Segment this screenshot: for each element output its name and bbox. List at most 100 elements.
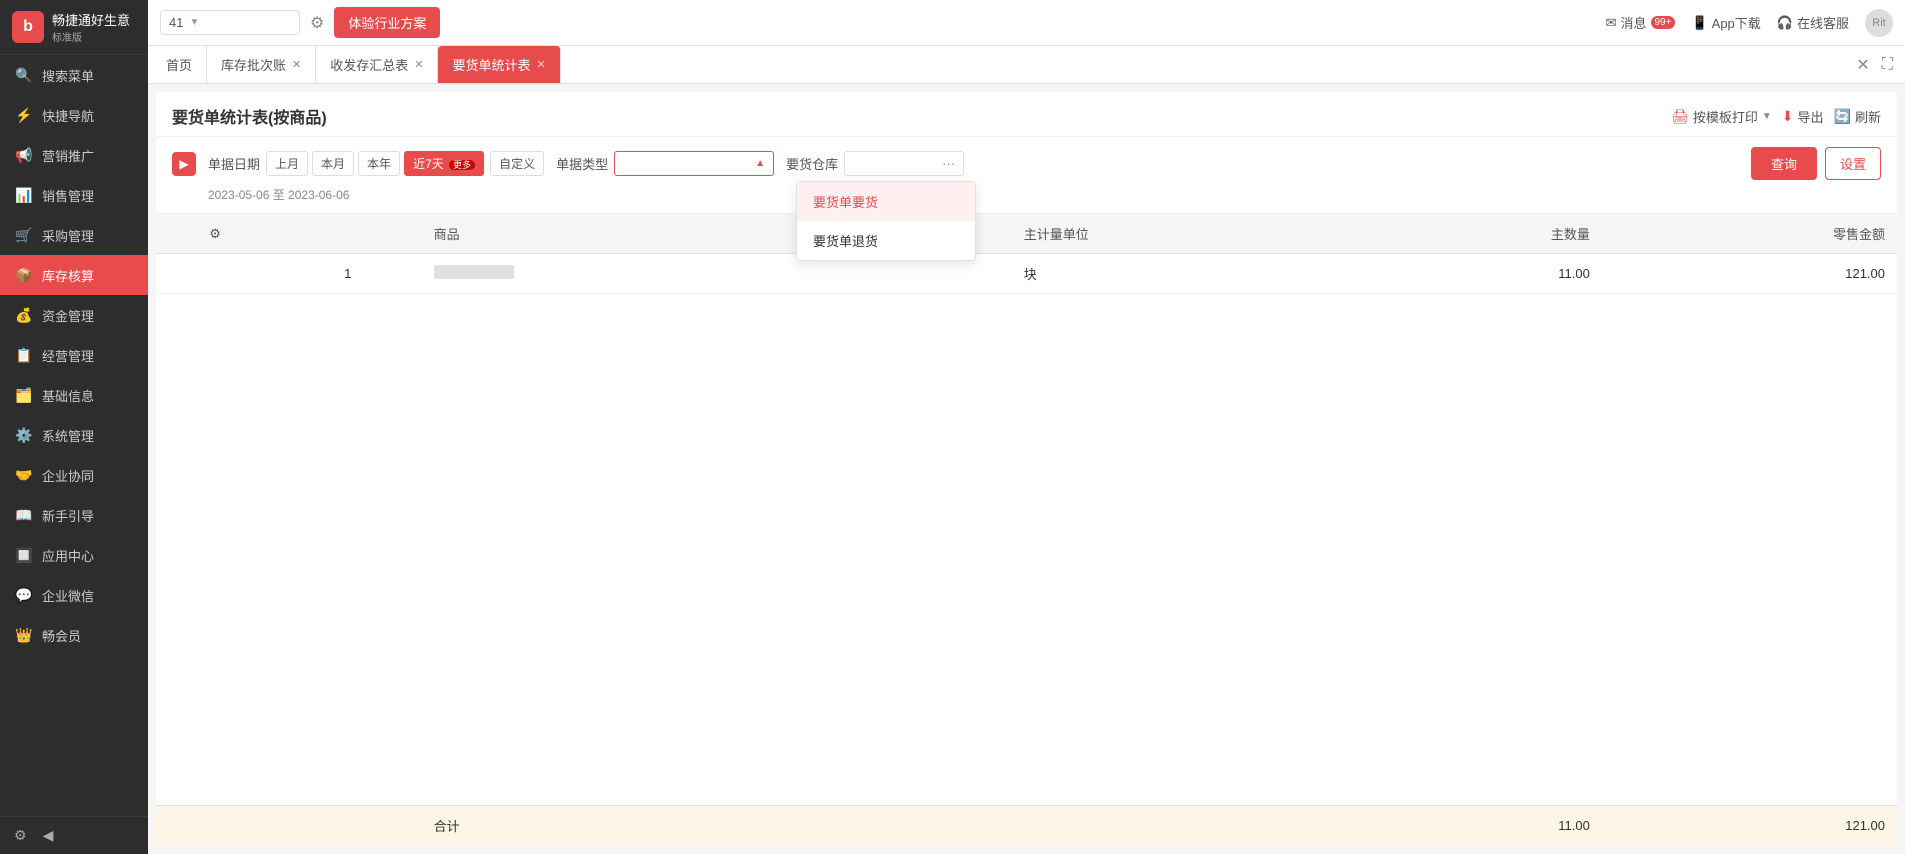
app-logo: b 畅捷通好生意 标准版 (0, 0, 148, 55)
guide-icon: 📖 (14, 505, 34, 525)
total-table: 合计 11.00 121.00 (156, 805, 1897, 846)
store-selector[interactable]: 41 ▼ (160, 10, 300, 35)
sidebar-item-operations[interactable]: 📋 经营管理 (0, 335, 148, 375)
sidebar-item-system[interactable]: ⚙️ 系统管理 (0, 415, 148, 455)
total-row: 合计 11.00 121.00 (156, 806, 1897, 846)
date-btn-current[interactable]: 本月 (312, 151, 354, 176)
sidebar-item-purchase[interactable]: 🛒 采购管理 (0, 215, 148, 255)
print-button[interactable]: 🖨 按模板打印 ▼ (1671, 107, 1772, 126)
online-service-button[interactable]: 🎧 在线客服 (1777, 13, 1849, 32)
sidebar-item-guide[interactable]: 📖 新手引导 (0, 495, 148, 535)
sidebar-scroll: 🔍 搜索菜单 ⚡ 快捷导航 📢 营销推广 📊 销售管理 🛒 采购管理 📦 库存核… (0, 55, 148, 816)
date-btn-recent7[interactable]: 近7天 更多 (404, 151, 484, 176)
sidebar-item-vip[interactable]: 👑 畅会员 (0, 615, 148, 655)
table-row: 1 块 11.00 121.00 (156, 254, 1897, 294)
sidebar-label-operations: 经营管理 (42, 346, 94, 365)
custom-date-button[interactable]: 自定义 (490, 151, 544, 176)
sidebar-item-basic[interactable]: 🗂️ 基础信息 (0, 375, 148, 415)
message-button[interactable]: ✉ 消息 99+ (1606, 13, 1676, 32)
total-label: 合计 (422, 806, 1012, 846)
date-btn-year[interactable]: 本年 (358, 151, 400, 176)
total-amount: 121.00 (1602, 806, 1897, 846)
warehouse-select[interactable]: ··· (844, 151, 964, 176)
logo-icon: b (12, 11, 44, 43)
warehouse-filter-label: 要货仓库 (786, 154, 838, 173)
dropdown-item-order[interactable]: 要货单要货 (797, 182, 975, 221)
goods-placeholder (434, 265, 514, 279)
date-filter-group: 单据日期 上月 本月 本年 近7天 更多 自定义 (208, 151, 544, 176)
date-filter-label: 单据日期 (208, 154, 260, 173)
marketing-icon: 📢 (14, 145, 34, 165)
th-unit: 主计量单位 (1012, 214, 1307, 254)
sidebar-label-purchase: 采购管理 (42, 226, 94, 245)
date-btn-up[interactable]: 上月 (266, 151, 308, 176)
sidebar-label-apps: 应用中心 (42, 546, 94, 565)
sidebar-label-inventory: 库存核算 (42, 266, 94, 285)
settings-icon: ⚙ (209, 226, 221, 241)
total-qty: 11.00 (1307, 806, 1602, 846)
refresh-icon: 🔄 (1834, 108, 1851, 125)
more-icon: ··· (942, 156, 955, 171)
close-icon[interactable]: ✕ (414, 58, 423, 71)
top-bar: 41 ▼ ⚙ 体验行业方案 ✉ 消息 99+ 📱 App下载 🎧 在线客服 Ri… (148, 0, 1905, 46)
chevron-up-icon: ▲ (755, 158, 765, 169)
tabs-bar: 首页 库存批次账 ✕ 收发存汇总表 ✕ 要货单统计表 ✕ ✕ ⛶ (148, 46, 1905, 84)
sidebar-item-finance[interactable]: 💰 资金管理 (0, 295, 148, 335)
sidebar-item-search[interactable]: 🔍 搜索菜单 (0, 55, 148, 95)
expand-tab-button[interactable]: ⛶ (1878, 54, 1897, 76)
refresh-button[interactable]: 🔄 刷新 (1834, 107, 1881, 126)
top-bar-left: 41 ▼ ⚙ 体验行业方案 (160, 7, 440, 38)
filter-actions: 查询 设置 (1751, 147, 1881, 180)
collapse-button[interactable]: ◀ (43, 827, 54, 844)
sidebar-item-apps[interactable]: 🔲 应用中心 (0, 535, 148, 575)
filter-bar: ▶ 单据日期 上月 本月 本年 近7天 更多 自定义 单据类型 (156, 137, 1897, 214)
settings-button[interactable]: ⚙ (14, 827, 27, 844)
date-range-text: 2023-05-06 至 2023-06-06 (208, 188, 349, 202)
sidebar-item-quick-nav[interactable]: ⚡ 快捷导航 (0, 95, 148, 135)
close-icon[interactable]: ✕ (292, 58, 301, 71)
operations-icon: 📋 (14, 345, 34, 365)
trial-button[interactable]: 体验行业方案 (334, 7, 440, 38)
export-button[interactable]: ⬇ 导出 (1782, 107, 1824, 126)
tab-home-label: 首页 (166, 55, 192, 74)
top-bar-right: ✉ 消息 99+ 📱 App下载 🎧 在线客服 Rit (1606, 9, 1893, 37)
th-settings[interactable]: ⚙ (156, 214, 274, 254)
filter-expand-button[interactable]: ▶ (172, 152, 196, 176)
app-download-button[interactable]: 📱 App下载 (1691, 13, 1760, 32)
tab-batch[interactable]: 库存批次账 ✕ (207, 46, 316, 83)
sidebar-item-inventory[interactable]: 📦 库存核算 (0, 255, 148, 295)
sidebar-item-sales[interactable]: 📊 销售管理 (0, 175, 148, 215)
search-icon: 🔍 (14, 65, 34, 85)
avatar[interactable]: Rit (1865, 9, 1893, 37)
page-header-actions: 🖨 按模板打印 ▼ ⬇ 导出 🔄 刷新 (1671, 107, 1881, 126)
type-select[interactable]: ▲ (614, 151, 774, 176)
sidebar-label-system: 系统管理 (42, 426, 94, 445)
sales-icon: 📊 (14, 185, 34, 205)
chevron-down-icon: ▼ (1762, 111, 1772, 122)
tab-home[interactable]: 首页 (152, 46, 207, 83)
sidebar-item-collab[interactable]: 🤝 企业协同 (0, 455, 148, 495)
sidebar-label-finance: 资金管理 (42, 306, 94, 325)
sidebar: b 畅捷通好生意 标准版 🔍 搜索菜单 ⚡ 快捷导航 📢 营销推广 📊 销售管理… (0, 0, 148, 854)
sidebar-label-quick-nav: 快捷导航 (42, 106, 94, 125)
tab-order-stat[interactable]: 要货单统计表 ✕ (438, 46, 560, 83)
th-no (274, 214, 422, 254)
sidebar-label-guide: 新手引导 (42, 506, 94, 525)
dropdown-item-return[interactable]: 要货单退货 (797, 221, 975, 260)
query-button[interactable]: 查询 (1751, 147, 1817, 180)
sidebar-item-marketing[interactable]: 📢 营销推广 (0, 135, 148, 175)
close-all-tab-button[interactable]: ✕ (1852, 53, 1873, 77)
export-icon: ⬇ (1782, 108, 1794, 125)
close-icon[interactable]: ✕ (537, 58, 546, 71)
topbar-gear-button[interactable]: ⚙ (310, 13, 324, 33)
message-label: 消息 (1620, 13, 1646, 32)
inventory-icon: 📦 (14, 265, 34, 285)
brand-sub: 标准版 (52, 29, 130, 44)
type-select-value (623, 156, 627, 171)
filter-settings-button[interactable]: 设置 (1825, 147, 1881, 180)
sidebar-item-wechat[interactable]: 💬 企业微信 (0, 575, 148, 615)
data-table: ⚙ 商品 主计量单位 主数量 零售金额 1 (156, 214, 1897, 294)
page-header: 要货单统计表(按商品) 🖨 按模板打印 ▼ ⬇ 导出 🔄 刷新 (156, 92, 1897, 137)
tab-summary[interactable]: 收发存汇总表 ✕ (316, 46, 438, 83)
sidebar-label-vip: 畅会员 (42, 626, 81, 645)
